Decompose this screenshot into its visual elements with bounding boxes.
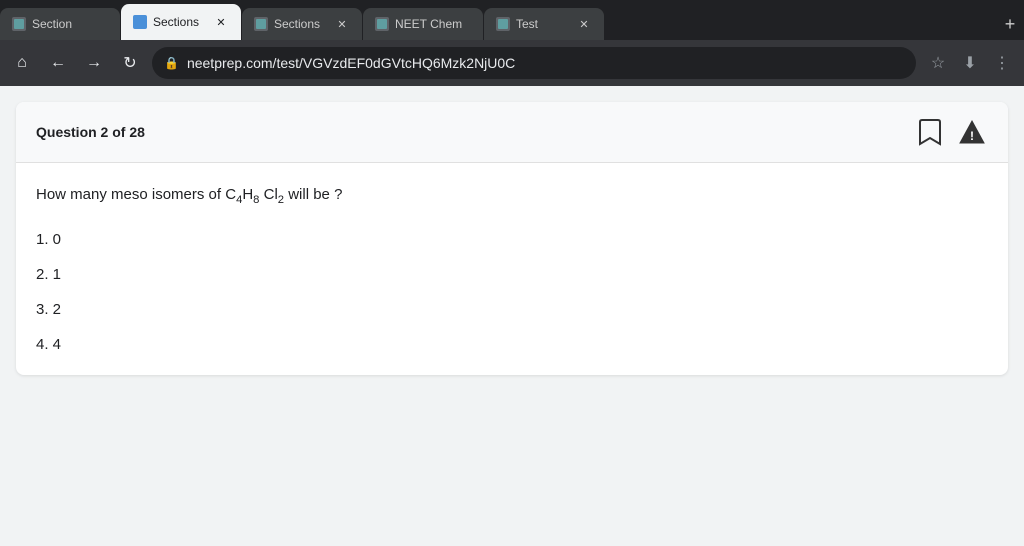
tab-close-2[interactable]: ✕	[213, 14, 229, 30]
tab-close-3[interactable]: ✕	[334, 16, 350, 32]
options-list: 1. 0 2. 1 3. 2 4. 4	[36, 229, 988, 355]
tab-label-3: Sections	[274, 17, 328, 31]
tab-favicon-4	[375, 17, 389, 31]
question-header: Question 2 of 28 !	[16, 102, 1008, 163]
tab-favicon-3	[254, 17, 268, 31]
menu-button[interactable]: ⋮	[988, 49, 1016, 77]
tab-neet-chem[interactable]: NEET Chem	[363, 8, 483, 40]
question-text: How many meso isomers of C4H8 Cl2 will b…	[36, 183, 988, 209]
svg-text:!: !	[970, 129, 974, 143]
tab-close-5[interactable]: ✕	[576, 16, 592, 32]
tab-test[interactable]: Test ✕	[484, 8, 604, 40]
tab-favicon-2	[133, 15, 147, 29]
tab-bar: Section Sections ✕ Sections ✕ NEET Chem	[0, 0, 1024, 40]
reload-button[interactable]: ↻	[116, 49, 144, 77]
address-text: neetprep.com/test/VGVzdEF0dGVtcHQ6Mzk2Nj…	[187, 55, 904, 71]
tab-sections-3[interactable]: Sections ✕	[242, 8, 362, 40]
question-card: Question 2 of 28 ! How many meso isom	[16, 102, 1008, 375]
address-bar: ⌂ ← → ↻ 🔒 neetprep.com/test/VGVzdEF0dGVt…	[0, 40, 1024, 86]
tab-label-2: Sections	[153, 15, 207, 29]
tab-favicon-1	[12, 17, 26, 31]
tab-label-5: Test	[516, 17, 570, 31]
question-body: How many meso isomers of C4H8 Cl2 will b…	[16, 163, 1008, 375]
browser-chrome: Section Sections ✕ Sections ✕ NEET Chem	[0, 0, 1024, 86]
tab-favicon-5	[496, 17, 510, 31]
question-counter: Question 2 of 28	[36, 124, 145, 140]
address-input-wrap[interactable]: 🔒 neetprep.com/test/VGVzdEF0dGVtcHQ6Mzk2…	[152, 47, 916, 79]
question-actions: !	[914, 116, 988, 148]
tab-sections-active[interactable]: Sections ✕	[121, 4, 241, 40]
option-3[interactable]: 3. 2	[36, 299, 988, 320]
option-2[interactable]: 2. 1	[36, 264, 988, 285]
download-button[interactable]: ⬇	[956, 49, 984, 77]
page-content: Question 2 of 28 ! How many meso isom	[0, 86, 1024, 546]
home-button[interactable]: ⌂	[8, 49, 36, 77]
new-tab-button[interactable]: +	[996, 10, 1024, 38]
forward-button[interactable]: →	[80, 49, 108, 77]
option-4[interactable]: 4. 4	[36, 334, 988, 355]
address-actions: ☆ ⬇ ⋮	[924, 49, 1016, 77]
bookmark-button[interactable]	[914, 116, 946, 148]
warning-button[interactable]: !	[956, 116, 988, 148]
tab-label-4: NEET Chem	[395, 17, 471, 31]
lock-icon: 🔒	[164, 56, 179, 70]
back-button[interactable]: ←	[44, 49, 72, 77]
star-button[interactable]: ☆	[924, 49, 952, 77]
tab-label-1: Section	[32, 17, 108, 31]
option-1[interactable]: 1. 0	[36, 229, 988, 250]
tab-spacer	[605, 0, 992, 40]
tab-section[interactable]: Section	[0, 8, 120, 40]
